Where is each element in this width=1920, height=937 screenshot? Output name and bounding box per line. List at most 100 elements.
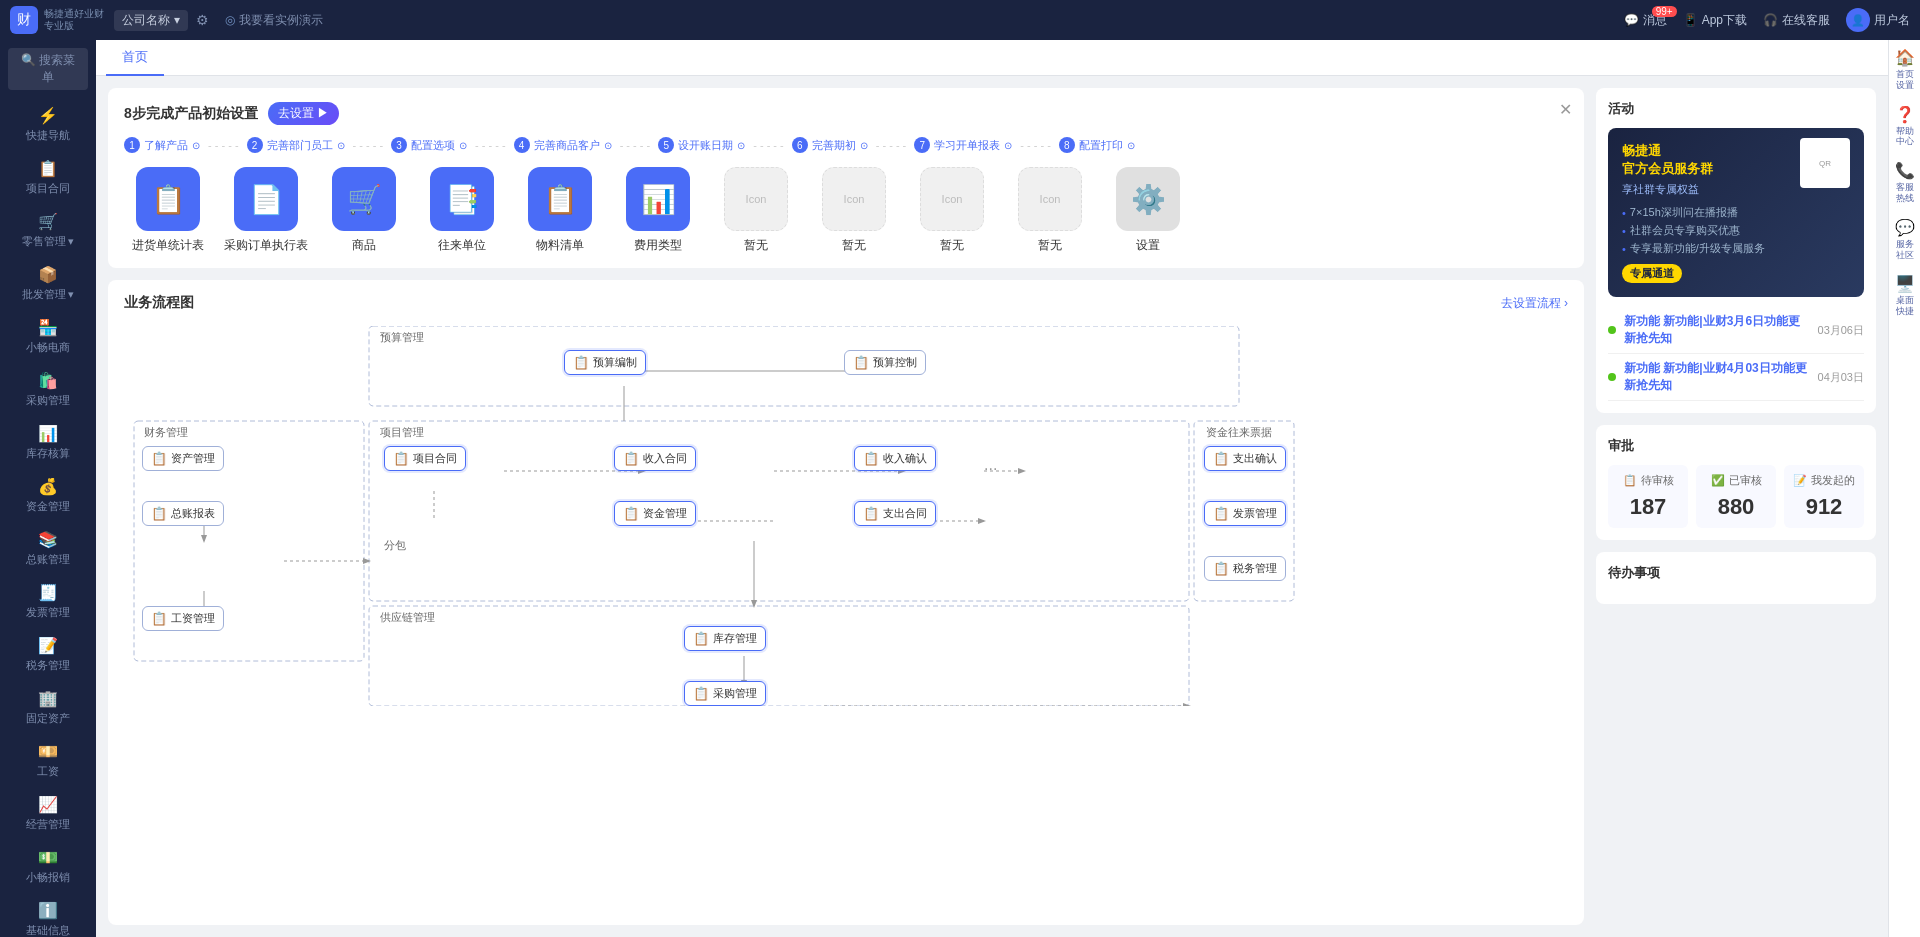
- approval-pending[interactable]: 📋 待审核 187: [1608, 465, 1688, 528]
- quick-icon-instock[interactable]: 📋 进货单统计表: [124, 167, 212, 254]
- quick-icon-partner[interactable]: 📑 往来单位: [418, 167, 506, 254]
- settings-icon[interactable]: ⚙: [196, 12, 209, 28]
- approved-count: 880: [1704, 494, 1768, 520]
- flow-settings-link[interactable]: 去设置流程 ›: [1501, 295, 1568, 312]
- tab-bar: 首页: [96, 40, 1888, 76]
- flow-node-budget-control[interactable]: 📋 预算编制: [564, 350, 646, 375]
- setup-header: 8步完成产品初始设置 去设置 ▶: [124, 102, 1568, 125]
- quick-icon-none2[interactable]: Icon 暂无: [810, 167, 898, 254]
- sidebar-item-retail[interactable]: 🛒 零售管理 ▾: [0, 204, 96, 257]
- flow-node-salary-mgmt[interactable]: 📋 工资管理: [142, 606, 224, 631]
- sidebar-item-invoice[interactable]: 🧾 发票管理: [0, 575, 96, 628]
- step-6[interactable]: 6 完善期初 ⊙: [792, 137, 868, 153]
- message-button[interactable]: 💬 消息 99+: [1624, 12, 1667, 29]
- flow-node-expense-confirm[interactable]: 📋 支出合同: [854, 501, 936, 526]
- none4-icon-box: Icon: [1018, 167, 1082, 231]
- salary-icon: 💴: [38, 742, 58, 761]
- right-sidebar-desktop[interactable]: 🖥️ 桌面快捷: [1895, 274, 1915, 317]
- setup-title: 8步完成产品初始设置: [124, 105, 258, 123]
- news-dot-1: [1608, 326, 1616, 334]
- step-2[interactable]: 2 完善部门员工 ⊙: [247, 137, 345, 153]
- quick-icon-purchaseorder[interactable]: 📄 采购订单执行表: [222, 167, 310, 254]
- flow-node-income-contract[interactable]: 📋 收入合同: [614, 446, 696, 471]
- sidebar-item-wholesale[interactable]: 📦 批发管理 ▾: [0, 257, 96, 310]
- logo-icon: 财: [10, 6, 38, 34]
- activity-btn[interactable]: 专属通道: [1622, 264, 1682, 283]
- quick-icon-exptype[interactable]: 📊 费用类型: [614, 167, 702, 254]
- inventory-mgmt-icon: 📋: [693, 631, 709, 646]
- subcontract-label: 分包: [384, 538, 406, 553]
- top-right-actions: 💬 消息 99+ 📱 App下载 🎧 在线客服 👤 用户名: [1624, 8, 1910, 32]
- flow-node-inventory-mgmt[interactable]: 📋 库存管理: [684, 626, 766, 651]
- sidebar-item-ledger[interactable]: 📚 总账管理: [0, 522, 96, 575]
- quick-icon-none3[interactable]: Icon 暂无: [908, 167, 996, 254]
- capital-mgmt-icon: 📋: [1213, 451, 1229, 466]
- step-8[interactable]: 8 配置打印 ⊙: [1059, 137, 1135, 153]
- headset-icon: 🎧: [1763, 13, 1778, 27]
- desktop-shortcut-icon: 🖥️: [1895, 274, 1915, 293]
- step-3[interactable]: 3 配置选项 ⊙: [391, 137, 467, 153]
- tab-home[interactable]: 首页: [106, 40, 164, 76]
- sidebar-item-salary[interactable]: 💴 工资: [0, 734, 96, 787]
- invoice-mgmt-icon: 📋: [1213, 506, 1229, 521]
- step-1[interactable]: 1 了解产品 ⊙: [124, 137, 200, 153]
- assets-icon: 🏢: [38, 689, 58, 708]
- demo-link[interactable]: ◎ 我要看实例演示: [225, 12, 323, 29]
- app-download-button[interactable]: 📱 App下载: [1683, 12, 1747, 29]
- quick-icon-bom[interactable]: 📋 物料清单: [516, 167, 604, 254]
- wholesale-icon: 📦: [38, 265, 58, 284]
- activity-card: 活动 畅捷通官方会员服务群 享社群专属权益 QR 7×15h深圳问在播报播 社群…: [1596, 88, 1876, 413]
- project-contract-icon: 📋: [393, 451, 409, 466]
- flow-node-project-contract[interactable]: 📋 项目合同: [384, 446, 466, 471]
- sidebar-item-basic[interactable]: ℹ️ 基础信息: [0, 893, 96, 937]
- inventory-icon: 📊: [38, 424, 58, 443]
- search-menu-box[interactable]: 🔍 搜索菜单: [8, 48, 88, 90]
- budget-group-label: 预算管理: [376, 330, 428, 345]
- avatar: 👤: [1846, 8, 1870, 32]
- user-avatar[interactable]: 👤 用户名: [1846, 8, 1910, 32]
- flow-node-asset-mgmt[interactable]: 📋 资产管理: [142, 446, 224, 471]
- flow-node-income-confirm[interactable]: 📋 收入确认: [854, 446, 936, 471]
- capital-group-label: 资金往来票据: [1202, 425, 1276, 440]
- right-sidebar-community[interactable]: 💬 服务社区: [1895, 218, 1915, 261]
- online-service-button[interactable]: 🎧 在线客服: [1763, 12, 1830, 29]
- sidebar-item-tax[interactable]: 📝 税务管理: [0, 628, 96, 681]
- flow-node-expense-contract[interactable]: 📋 资金管理: [614, 501, 696, 526]
- close-setup-button[interactable]: ✕: [1559, 100, 1572, 119]
- flow-node-capital-mgmt[interactable]: 📋 支出确认: [1204, 446, 1286, 471]
- right-sidebar-hotline[interactable]: 📞 客服热线: [1895, 161, 1915, 204]
- flow-node-budget-ctrl2[interactable]: 📋 预算控制: [844, 350, 926, 375]
- sidebar-item-purchase[interactable]: 🛍️ 采购管理: [0, 363, 96, 416]
- step-4[interactable]: 4 完善商品客户 ⊙: [514, 137, 612, 153]
- sidebar-item-finance[interactable]: 💰 资金管理: [0, 469, 96, 522]
- approval-approved[interactable]: ✅ 已审核 880: [1696, 465, 1776, 528]
- approval-mysubmit[interactable]: 📝 我发起的 912: [1784, 465, 1864, 528]
- content-left: 8步完成产品初始设置 去设置 ▶ ✕ 1 了解产品 ⊙ - - - - -: [108, 88, 1584, 925]
- flow-node-tax-mgmt[interactable]: 📋 税务管理: [1204, 556, 1286, 581]
- step-7[interactable]: 7 学习开单报表 ⊙: [914, 137, 1012, 153]
- sidebar-item-inventory[interactable]: 📊 库存核算: [0, 416, 96, 469]
- ledger-icon: 📋: [151, 506, 167, 521]
- flow-node-purchase-mgmt[interactable]: 📋 采购管理: [684, 681, 766, 706]
- quick-icon-goods[interactable]: 🛒 商品: [320, 167, 408, 254]
- sidebar-item-assets[interactable]: 🏢 固定资产: [0, 681, 96, 734]
- logo-text: 畅捷通好业财 专业版: [44, 8, 104, 32]
- flow-node-invoice-mgmt[interactable]: 📋 发票管理: [1204, 501, 1286, 526]
- sidebar-search-area[interactable]: 🔍 搜索菜单: [0, 40, 96, 98]
- quick-icon-none1[interactable]: Icon 暂无: [712, 167, 800, 254]
- right-sidebar-help[interactable]: ❓ 帮助中心: [1895, 105, 1915, 148]
- sidebar-item-quicknav[interactable]: ⚡ 快捷导航: [0, 98, 96, 151]
- invoice-icon: 🧾: [38, 583, 58, 602]
- company-selector[interactable]: 公司名称 ▾: [114, 10, 188, 31]
- step-5[interactable]: 5 设开账日期 ⊙: [658, 137, 745, 153]
- quick-icon-settings[interactable]: ⚙️ 设置: [1104, 167, 1192, 254]
- sidebar-item-ecommerce[interactable]: 🏪 小畅电商: [0, 310, 96, 363]
- right-sidebar-home[interactable]: 🏠 首页设置: [1895, 48, 1915, 91]
- sidebar-item-project[interactable]: 📋 项目合同: [0, 151, 96, 204]
- go-settings-button[interactable]: 去设置 ▶: [268, 102, 339, 125]
- sidebar-item-operations[interactable]: 📈 经营管理: [0, 787, 96, 840]
- flow-node-ledger-report[interactable]: 📋 总账报表: [142, 501, 224, 526]
- sidebar-item-expense[interactable]: 💵 小畅报销: [0, 840, 96, 893]
- step-circle-icon: ⊙: [604, 140, 612, 151]
- quick-icon-none4[interactable]: Icon 暂无: [1006, 167, 1094, 254]
